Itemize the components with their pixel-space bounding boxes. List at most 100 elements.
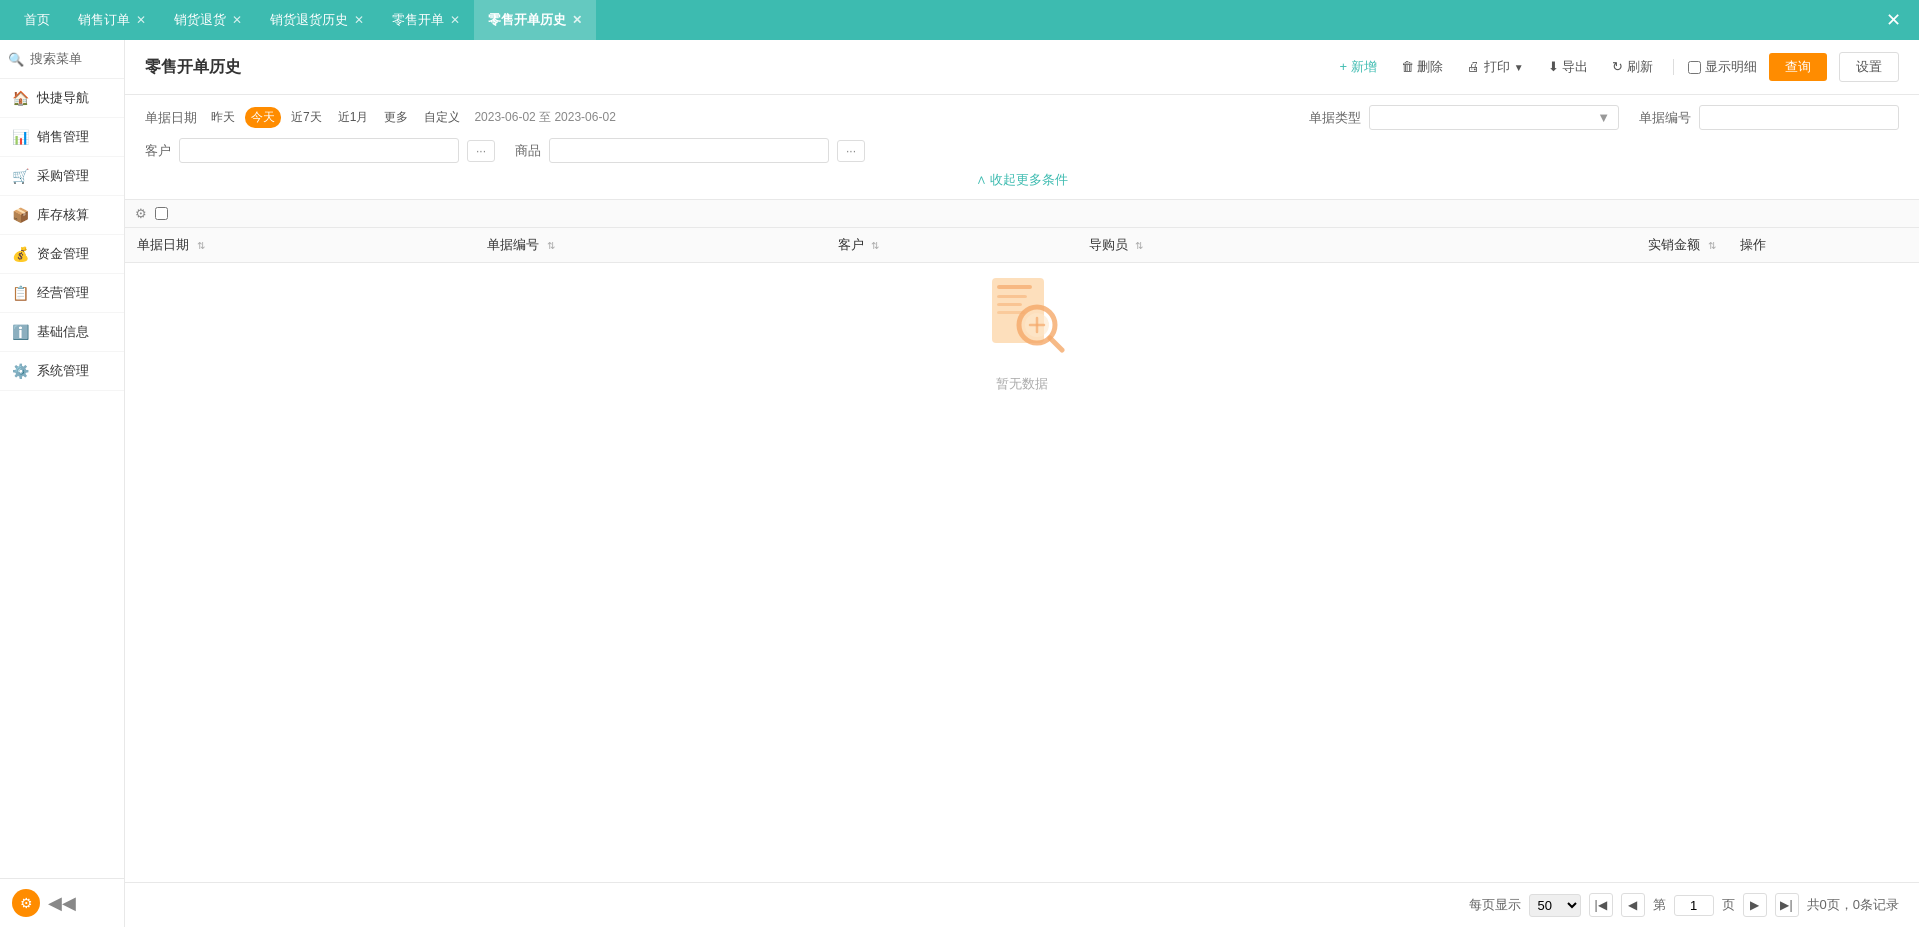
refresh-button[interactable]: ↻ 刷新 [1606,54,1659,80]
per-page-select[interactable]: 10 20 50 100 [1529,894,1581,917]
page-number-input[interactable]: 1 [1674,895,1714,916]
prev-page-button[interactable]: ◀ [1621,893,1645,917]
sort-salesperson-icon[interactable]: ⇅ [1135,240,1143,251]
filter-row-1: 单据日期 昨天 今天 近7天 近1月 更多 自定义 2023-06-02 至 2… [145,105,1899,130]
show-detail-checkbox[interactable] [1688,61,1701,74]
table-toolbar: ⚙ [125,200,1919,228]
date-shortcuts: 昨天 今天 近7天 近1月 更多 自定义 [205,107,466,128]
col-customer: 客户 ⇅ [826,228,1077,263]
sidebar-item-finance[interactable]: 💰 资金管理 [0,235,124,274]
table-settings-icon[interactable]: ⚙ [135,206,147,221]
table-header-row: 单据日期 ⇅ 单据编号 ⇅ 客户 ⇅ [125,228,1919,263]
data-table: 单据日期 ⇅ 单据编号 ⇅ 客户 ⇅ [125,228,1919,263]
page-suffix: 页 [1722,896,1735,914]
pagination: 每页显示 10 20 50 100 |◀ ◀ 第 1 页 ▶ ▶| 共0页，0条… [125,882,1919,927]
last-page-button[interactable]: ▶| [1775,893,1799,917]
print-arrow-icon: ▼ [1514,62,1524,73]
sidebar-item-purchase-mgmt[interactable]: 🛒 采购管理 [0,157,124,196]
sidebar-item-base-info-label: 基础信息 [37,323,89,341]
sort-amount-icon[interactable]: ⇅ [1708,240,1716,251]
shortcut-last1month[interactable]: 近1月 [332,107,375,128]
sidebar-item-system-label: 系统管理 [37,362,89,380]
tab-retail-open-history-close[interactable]: ✕ [572,13,582,27]
tab-retail-open-close[interactable]: ✕ [450,13,460,27]
show-detail-toggle[interactable]: 显示明细 [1688,58,1757,76]
next-page-button[interactable]: ▶ [1743,893,1767,917]
shortcut-custom[interactable]: 自定义 [418,107,466,128]
doc-type-label: 单据类型 [1309,109,1361,127]
sidebar-item-sales-mgmt[interactable]: 📊 销售管理 [0,118,124,157]
customer-ellipsis-button[interactable]: ··· [467,140,495,162]
col-amount: 实销金额 ⇅ [1377,228,1727,263]
total-label: 共0页，0条记录 [1807,896,1899,914]
col-num: 单据编号 ⇅ [475,228,825,263]
goods-filter-group: 商品 ··· [515,138,865,163]
sidebar-item-operations[interactable]: 📋 经营管理 [0,274,124,313]
sidebar-item-quick-nav-label: 快捷导航 [37,89,89,107]
shortcut-yesterday[interactable]: 昨天 [205,107,241,128]
empty-icon [972,263,1072,363]
sidebar-item-finance-label: 资金管理 [37,245,89,263]
setting-button[interactable]: 设置 [1839,52,1899,82]
doc-type-select[interactable]: ▼ [1369,105,1619,130]
tab-sales-return[interactable]: 销货退货 ✕ [160,0,256,40]
print-button[interactable]: 🖨 打印 ▼ [1461,54,1530,80]
table-area: ⚙ 单据日期 ⇅ 单据编号 ⇅ [125,200,1919,882]
tab-sales-return-close[interactable]: ✕ [232,13,242,27]
col-date: 单据日期 ⇅ [125,228,475,263]
goods-ellipsis-button[interactable]: ··· [837,140,865,162]
sidebar-item-quick-nav[interactable]: 🏠 快捷导航 [0,79,124,118]
collapse-conditions-button[interactable]: ∧ 收起更多条件 [145,171,1899,189]
page-title: 零售开单历史 [145,57,241,78]
sort-date-icon[interactable]: ⇅ [197,240,205,251]
tab-sales-order[interactable]: 销售订单 ✕ [64,0,160,40]
sidebar-search-label: 搜索菜单 [30,50,82,68]
sidebar-item-operations-label: 经营管理 [37,284,89,302]
sidebar-item-base-info[interactable]: ℹ️ 基础信息 [0,313,124,352]
goods-input[interactable] [549,138,829,163]
tab-home[interactable]: 首页 [10,0,64,40]
settings-gear-button[interactable]: ⚙ [12,889,40,917]
select-all-checkbox[interactable] [155,207,168,220]
customer-filter-group: 客户 ··· [145,138,495,163]
date-filter-group: 单据日期 昨天 今天 近7天 近1月 更多 自定义 2023-06-02 至 2… [145,107,616,128]
tab-sales-order-close[interactable]: ✕ [136,13,146,27]
filter-row-2: 客户 ··· 商品 ··· [145,138,1899,163]
customer-input[interactable] [179,138,459,163]
doc-type-filter-group: 单据类型 ▼ [1309,105,1619,130]
sidebar-collapse-button[interactable]: ◀◀ [48,892,76,914]
sort-num-icon[interactable]: ⇅ [547,240,555,251]
tab-sales-return-history[interactable]: 销货退货历史 ✕ [256,0,378,40]
sidebar-footer: ⚙ ◀◀ [0,878,124,927]
sidebar-item-inventory-label: 库存核算 [37,206,89,224]
shortcut-today[interactable]: 今天 [245,107,281,128]
doc-num-label: 单据编号 [1639,109,1691,127]
tab-retail-open[interactable]: 零售开单 ✕ [378,0,474,40]
customer-label: 客户 [145,142,171,160]
sidebar-item-system[interactable]: ⚙️ 系统管理 [0,352,124,391]
filter-area: 单据日期 昨天 今天 近7天 近1月 更多 自定义 2023-06-02 至 2… [125,95,1919,200]
svg-line-7 [1050,338,1062,350]
query-button[interactable]: 查询 [1769,53,1827,81]
sidebar-search[interactable]: 🔍 搜索菜单 [0,40,124,79]
shortcut-last7days[interactable]: 近7天 [285,107,328,128]
first-page-button[interactable]: |◀ [1589,893,1613,917]
svg-rect-2 [997,295,1027,298]
sort-customer-icon[interactable]: ⇅ [871,240,879,251]
doc-type-arrow-icon: ▼ [1597,110,1610,125]
finance-icon: 💰 [12,246,29,262]
window-close-button[interactable]: ✕ [1878,11,1909,29]
date-range-display: 2023-06-02 至 2023-06-02 [474,109,615,126]
shortcut-more[interactable]: 更多 [378,107,414,128]
content-area: 零售开单历史 + 新增 🗑 删除 🖨 打印 ▼ ⬇ 导出 ↻ 刷新 显示明细 查… [125,40,1919,927]
sidebar-item-sales-mgmt-label: 销售管理 [37,128,89,146]
delete-button[interactable]: 🗑 删除 [1395,54,1450,80]
tab-sales-return-history-close[interactable]: ✕ [354,13,364,27]
doc-num-input[interactable] [1699,105,1899,130]
add-button[interactable]: + 新增 [1333,54,1382,80]
sidebar-item-inventory[interactable]: 📦 库存核算 [0,196,124,235]
sidebar-menu: 🏠 快捷导航 📊 销售管理 🛒 采购管理 📦 库存核算 💰 资金管理 📋 [0,79,124,878]
col-salesperson: 导购员 ⇅ [1077,228,1378,263]
tab-retail-open-history[interactable]: 零售开单历史 ✕ [474,0,596,40]
export-button[interactable]: ⬇ 导出 [1542,54,1595,80]
